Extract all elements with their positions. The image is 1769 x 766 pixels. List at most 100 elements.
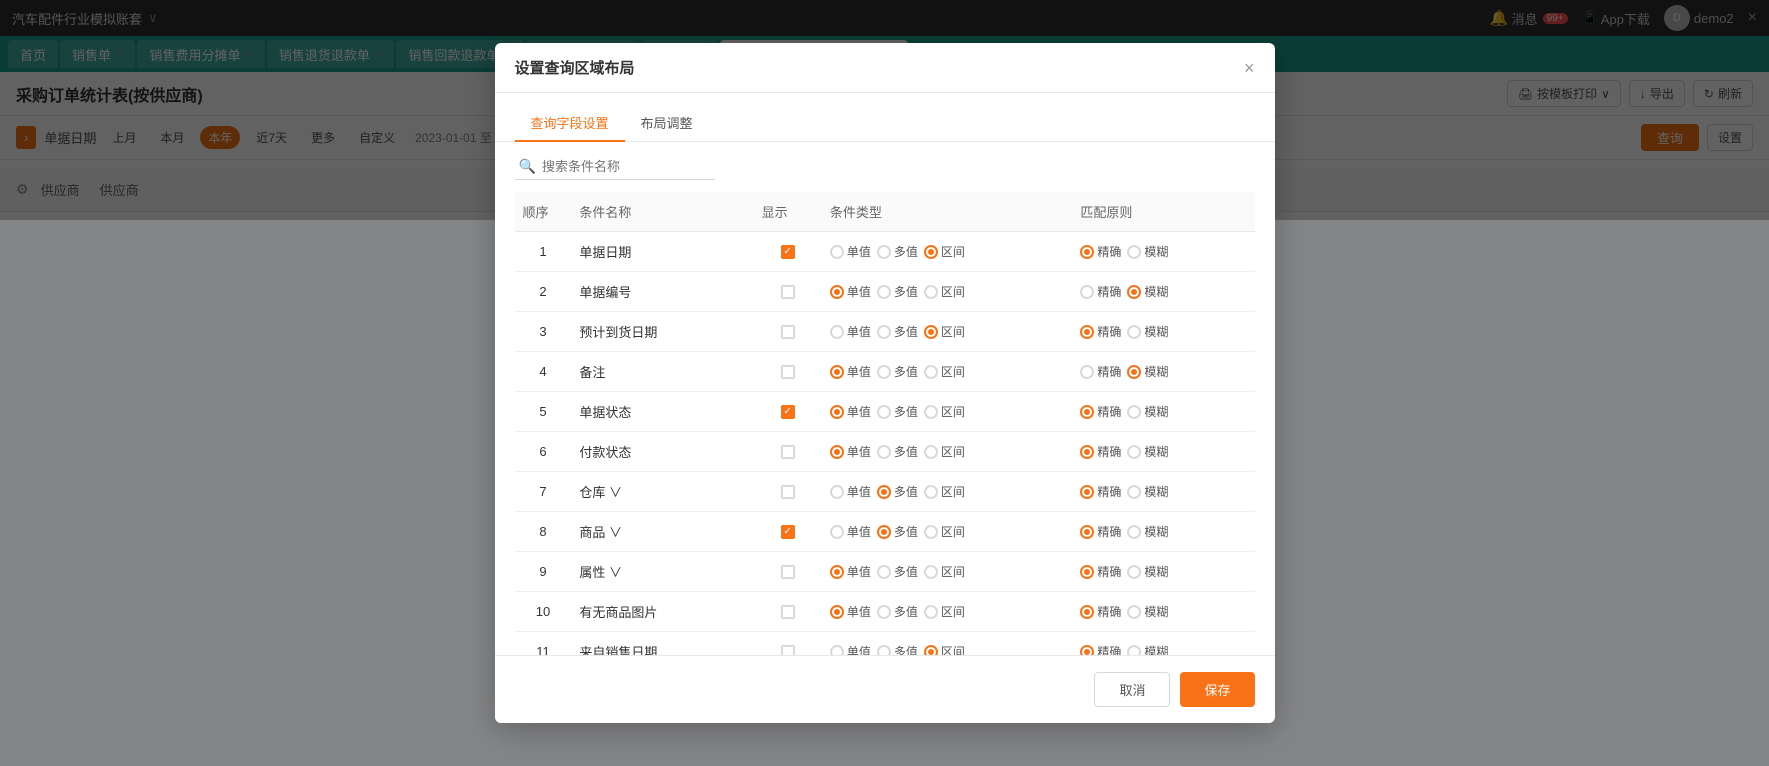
radio-match-exact-5[interactable]: 精确 <box>1080 403 1121 420</box>
radio-match-fuzzy-8[interactable]: 模糊 <box>1127 523 1168 540</box>
modal-close-btn[interactable]: × <box>1244 59 1255 77</box>
radio-type-range-5[interactable]: 区间 <box>924 403 965 420</box>
modal-table-header-row: 顺序 条件名称 显示 条件类型 匹配原则 <box>515 192 1255 232</box>
checkbox-show-9[interactable] <box>781 565 795 579</box>
radio-type-multi-4[interactable]: 多值 <box>877 363 918 380</box>
radio-circle-match-exact <box>1080 645 1094 656</box>
checkbox-show-7[interactable] <box>781 485 795 499</box>
cancel-btn[interactable]: 取消 <box>1094 672 1170 707</box>
row-show-8[interactable] <box>754 512 822 552</box>
checkbox-show-6[interactable] <box>781 445 795 459</box>
radio-circle-type-multi <box>877 365 891 379</box>
checkbox-show-10[interactable] <box>781 605 795 619</box>
radio-type-range-10[interactable]: 区间 <box>924 603 965 620</box>
radio-circle-type-multi <box>877 285 891 299</box>
radio-match-exact-7[interactable]: 精确 <box>1080 483 1121 500</box>
row-show-5[interactable] <box>754 392 822 432</box>
radio-type-range-9[interactable]: 区间 <box>924 563 965 580</box>
radio-match-exact-10[interactable]: 精确 <box>1080 603 1121 620</box>
radio-match-exact-8[interactable]: 精确 <box>1080 523 1121 540</box>
col-header-type: 条件类型 <box>822 192 1072 232</box>
row-show-11[interactable] <box>754 632 822 656</box>
row-show-9[interactable] <box>754 552 822 592</box>
radio-type-multi-7[interactable]: 多值 <box>877 483 918 500</box>
checkbox-show-3[interactable] <box>781 325 795 339</box>
radio-match-exact-3[interactable]: 精确 <box>1080 323 1121 340</box>
radio-type-single-1[interactable]: 单值 <box>830 243 871 260</box>
radio-match-exact-9[interactable]: 精确 <box>1080 563 1121 580</box>
row-show-2[interactable] <box>754 272 822 312</box>
radio-type-multi-9[interactable]: 多值 <box>877 563 918 580</box>
row-show-1[interactable] <box>754 232 822 272</box>
checkbox-show-5[interactable] <box>781 405 795 419</box>
radio-type-range-3[interactable]: 区间 <box>924 323 965 340</box>
radio-match-fuzzy-7[interactable]: 模糊 <box>1127 483 1168 500</box>
row-show-10[interactable] <box>754 592 822 632</box>
radio-type-single-10[interactable]: 单值 <box>830 603 871 620</box>
radio-type-range-4[interactable]: 区间 <box>924 363 965 380</box>
checkbox-show-2[interactable] <box>781 285 795 299</box>
radio-type-single-3[interactable]: 单值 <box>830 323 871 340</box>
radio-type-single-11[interactable]: 单值 <box>830 643 871 655</box>
checkbox-show-4[interactable] <box>781 365 795 379</box>
radio-type-multi-3[interactable]: 多值 <box>877 323 918 340</box>
radio-circle-type-multi <box>877 485 891 499</box>
radio-match-fuzzy-4[interactable]: 模糊 <box>1127 363 1168 380</box>
radio-circle-type-multi <box>877 245 891 259</box>
modal-tab-layout[interactable]: 布局调整 <box>625 105 709 142</box>
row-order-10: 10 <box>515 592 572 632</box>
radio-type-range-6[interactable]: 区间 <box>924 443 965 460</box>
row-show-7[interactable] <box>754 472 822 512</box>
radio-match-fuzzy-2[interactable]: 模糊 <box>1127 283 1168 300</box>
radio-type-range-7[interactable]: 区间 <box>924 483 965 500</box>
radio-circle-match-fuzzy <box>1127 365 1141 379</box>
save-btn[interactable]: 保存 <box>1180 672 1254 707</box>
radio-type-range-11[interactable]: 区间 <box>924 643 965 655</box>
radio-circle-type-single <box>830 485 844 499</box>
radio-type-multi-5[interactable]: 多值 <box>877 403 918 420</box>
radio-circle-match-exact <box>1080 325 1094 339</box>
modal-footer: 取消 保存 <box>495 655 1275 723</box>
radio-type-multi-1[interactable]: 多值 <box>877 243 918 260</box>
row-show-6[interactable] <box>754 432 822 472</box>
row-name-8: 商品 ∨ <box>571 512 753 552</box>
radio-type-multi-2[interactable]: 多值 <box>877 283 918 300</box>
checkbox-show-8[interactable] <box>781 525 795 539</box>
radio-circle-type-single <box>830 565 844 579</box>
radio-match-fuzzy-6[interactable]: 模糊 <box>1127 443 1168 460</box>
row-show-4[interactable] <box>754 352 822 392</box>
radio-type-single-4[interactable]: 单值 <box>830 363 871 380</box>
checkbox-show-11[interactable] <box>781 645 795 656</box>
radio-type-multi-8[interactable]: 多值 <box>877 523 918 540</box>
radio-match-exact-1[interactable]: 精确 <box>1080 243 1121 260</box>
radio-match-exact-6[interactable]: 精确 <box>1080 443 1121 460</box>
radio-type-range-2[interactable]: 区间 <box>924 283 965 300</box>
search-input[interactable] <box>542 159 702 174</box>
radio-match-fuzzy-10[interactable]: 模糊 <box>1127 603 1168 620</box>
checkbox-show-1[interactable] <box>781 245 795 259</box>
row-order-11: 11 <box>515 632 572 656</box>
radio-circle-type-single <box>830 325 844 339</box>
radio-type-single-2[interactable]: 单值 <box>830 283 871 300</box>
radio-type-range-1[interactable]: 区间 <box>924 243 965 260</box>
radio-type-single-6[interactable]: 单值 <box>830 443 871 460</box>
radio-match-fuzzy-9[interactable]: 模糊 <box>1127 563 1168 580</box>
radio-type-multi-6[interactable]: 多值 <box>877 443 918 460</box>
radio-type-multi-10[interactable]: 多值 <box>877 603 918 620</box>
radio-match-exact-2[interactable]: 精确 <box>1080 283 1121 300</box>
modal-tab-query-fields[interactable]: 查询字段设置 <box>515 105 625 142</box>
radio-match-fuzzy-3[interactable]: 模糊 <box>1127 323 1168 340</box>
radio-type-single-8[interactable]: 单值 <box>830 523 871 540</box>
radio-type-single-9[interactable]: 单值 <box>830 563 871 580</box>
radio-match-fuzzy-1[interactable]: 模糊 <box>1127 243 1168 260</box>
radio-match-fuzzy-5[interactable]: 模糊 <box>1127 403 1168 420</box>
radio-type-range-8[interactable]: 区间 <box>924 523 965 540</box>
radio-match-exact-11[interactable]: 精确 <box>1080 643 1121 655</box>
radio-type-single-7[interactable]: 单值 <box>830 483 871 500</box>
row-show-3[interactable] <box>754 312 822 352</box>
radio-match-fuzzy-11[interactable]: 模糊 <box>1127 643 1168 655</box>
radio-match-exact-4[interactable]: 精确 <box>1080 363 1121 380</box>
radio-type-multi-11[interactable]: 多值 <box>877 643 918 655</box>
radio-type-single-5[interactable]: 单值 <box>830 403 871 420</box>
search-icon: 🔍 <box>519 158 536 175</box>
